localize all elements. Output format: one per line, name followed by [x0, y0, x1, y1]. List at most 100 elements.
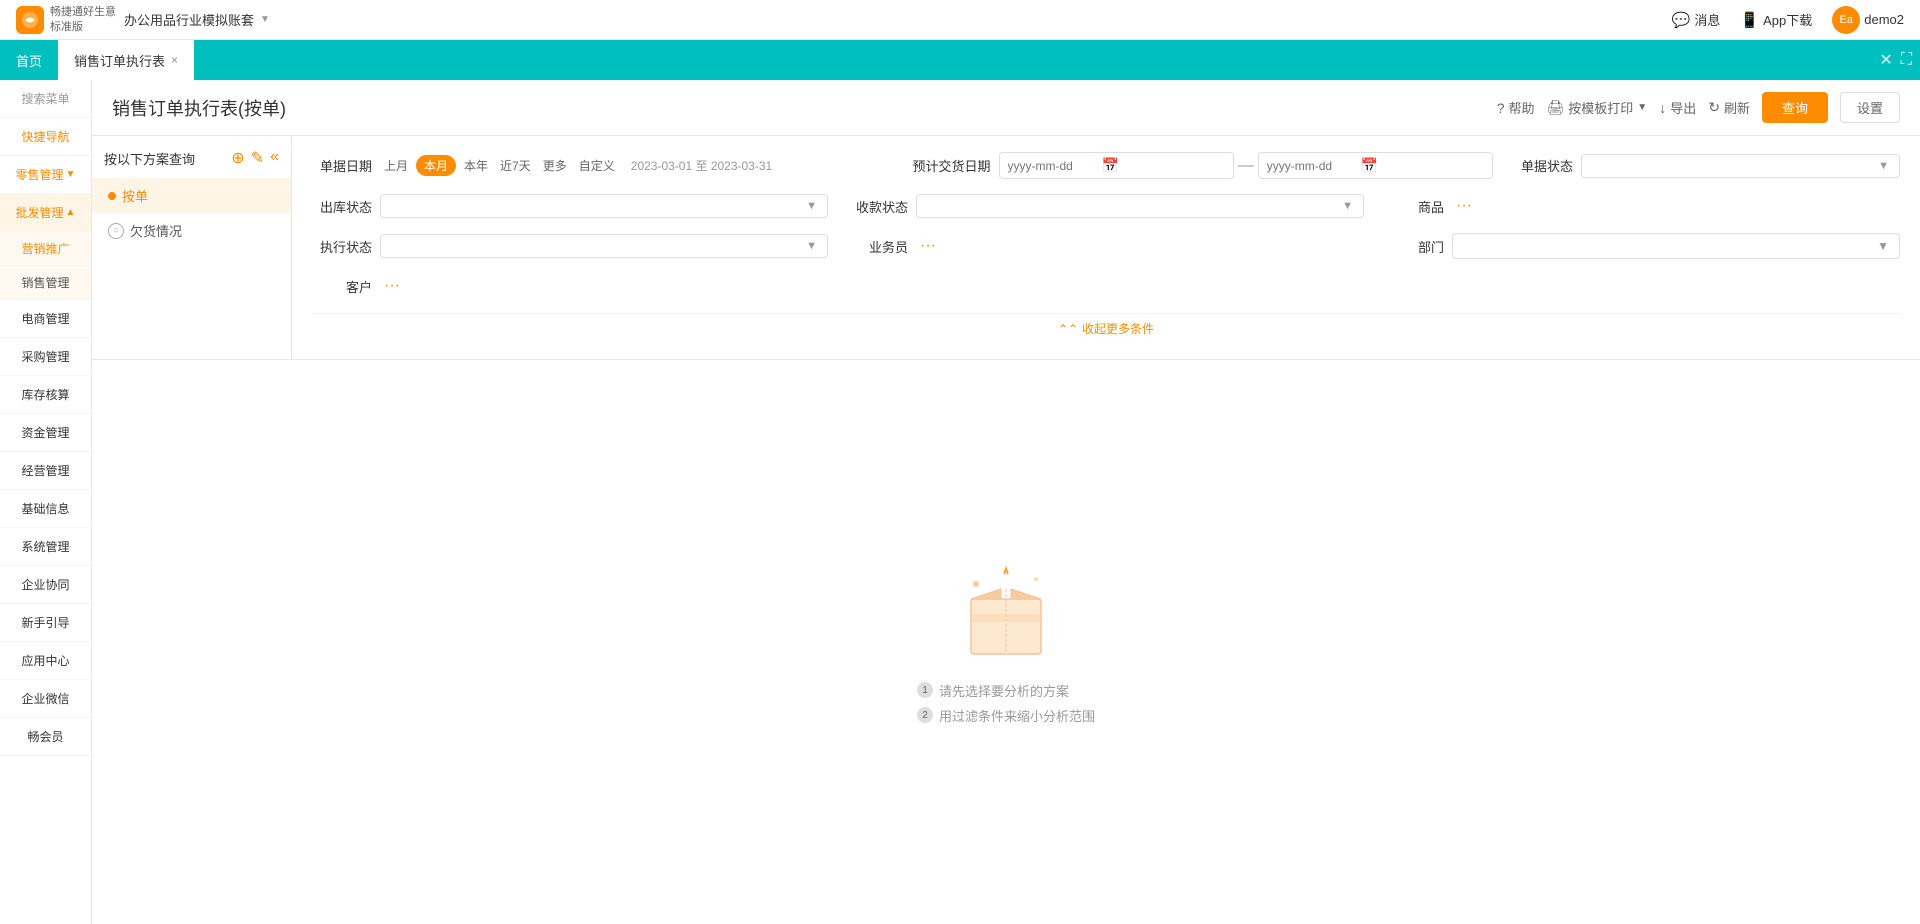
tab-close-icon[interactable]: ×	[171, 53, 178, 67]
date-start-input[interactable]	[1008, 159, 1098, 173]
sidebar-item-corpwechat[interactable]: 企业微信	[0, 680, 91, 718]
sidebar-item-finance[interactable]: 资金管理	[0, 414, 91, 452]
add-scheme-icon[interactable]: ⊕	[231, 148, 244, 168]
sidebar-item-appstore[interactable]: 应用中心	[0, 642, 91, 680]
tab-home[interactable]: 首页	[0, 40, 58, 80]
filter-section: 按以下方案查询 ⊕ ✎ « 按单 ○ 欠货情况	[92, 136, 1920, 360]
header-right: 💬 消息 📱 App下载 Ea demo2	[1672, 6, 1904, 34]
date-btn-custom[interactable]: 自定义	[575, 155, 619, 176]
filter-item-dept: 部门 ▼	[1384, 233, 1900, 259]
sidebar-sub-item-marketing[interactable]: 营销推广	[0, 232, 91, 266]
settings-button[interactable]: 设置	[1840, 92, 1900, 123]
empty-state: 1 请先选择要分析的方案 2 用过滤条件来缩小分析范围	[92, 360, 1920, 924]
execution-status-label: 执行状态	[312, 237, 372, 256]
sidebar-item-search[interactable]: 搜索菜单	[0, 80, 91, 118]
empty-hint-num-1: 1	[917, 682, 933, 698]
collapse-text: 收起更多条件	[1082, 320, 1154, 337]
dept-select[interactable]: ▼	[1452, 233, 1900, 259]
filter-item-customer: 客户 ···	[312, 273, 868, 299]
sidebar-retail-arrow-icon: ▼	[66, 169, 76, 180]
empty-illustration	[946, 554, 1066, 669]
filter-item-date: 单据日期 上月 本月 本年 近7天 更多 自定义 20	[312, 155, 893, 176]
refresh-action[interactable]: ↻ 刷新	[1708, 98, 1750, 117]
collapse-panel-icon[interactable]: «	[270, 148, 279, 168]
date-btn-last-month[interactable]: 上月	[380, 155, 412, 176]
tab-bar: 首页 销售订单执行表 × ✕ ⛶	[0, 40, 1920, 80]
sidebar-item-retail[interactable]: 零售管理 ▼	[0, 156, 91, 194]
scheme-debt-circle: ○	[108, 223, 124, 239]
filter-row-1: 单据日期 上月 本月 本年 近7天 更多 自定义 20	[312, 152, 1900, 179]
sidebar-item-enterprise[interactable]: 企业协同	[0, 566, 91, 604]
sidebar-item-basic[interactable]: 基础信息	[0, 490, 91, 528]
execution-status-select[interactable]: ▼	[380, 234, 828, 258]
filter-item-status: 单据状态 ▼	[1513, 154, 1900, 178]
date-btn-last7days[interactable]: 近7天	[496, 155, 535, 176]
print-template-action[interactable]: 🖨 按模板打印 ▼	[1547, 98, 1648, 117]
logo-area: 畅捷通好生意 标准版	[16, 5, 116, 34]
app-download-action[interactable]: 📱 App下载	[1740, 10, 1812, 29]
tab-sales-order-exec[interactable]: 销售订单执行表 ×	[58, 40, 194, 80]
right-filter: 单据日期 上月 本月 本年 近7天 更多 自定义 20	[292, 136, 1920, 359]
sidebar-item-inventory[interactable]: 库存核算	[0, 376, 91, 414]
filter-item-collection-status: 收款状态 ▼	[848, 194, 1364, 218]
date-label: 单据日期	[312, 156, 372, 175]
help-action[interactable]: ? 帮助	[1497, 98, 1535, 117]
user-action[interactable]: Ea demo2	[1832, 6, 1904, 34]
query-button[interactable]: 查询	[1762, 92, 1828, 123]
collapse-bar[interactable]: ⌃⌃ 收起更多条件	[312, 313, 1900, 343]
refresh-icon: ↻	[1708, 99, 1720, 116]
tab-close-window-icon[interactable]: ✕	[1879, 50, 1892, 70]
help-label: 帮助	[1508, 98, 1534, 117]
sidebar-sub-item-sales[interactable]: 销售管理	[0, 266, 91, 300]
left-panel-icons: ⊕ ✎ «	[231, 148, 279, 168]
export-action[interactable]: ↓ 导出	[1659, 98, 1696, 117]
breadcrumb-arrow-icon: ▼	[260, 14, 270, 25]
export-label: 导出	[1670, 98, 1696, 117]
sidebar-item-purchase[interactable]: 采购管理	[0, 338, 91, 376]
collection-status-select[interactable]: ▼	[916, 194, 1364, 218]
scheme-item-by-debt[interactable]: ○ 欠货情况	[92, 213, 291, 248]
collection-status-arrow-icon: ▼	[1342, 200, 1353, 212]
date-input-end[interactable]: 📅	[1258, 152, 1493, 179]
tab-sales-order-exec-label: 销售订单执行表	[74, 51, 165, 70]
sidebar-item-ecommerce[interactable]: 电商管理	[0, 300, 91, 338]
help-icon: ?	[1497, 100, 1505, 116]
dept-label: 部门	[1384, 237, 1444, 256]
goods-ellipsis-btn[interactable]: ···	[1452, 193, 1476, 219]
date-input-start[interactable]: 📅	[999, 152, 1234, 179]
empty-hint-2: 2 用过滤条件来缩小分析范围	[917, 706, 1095, 725]
scheme-item-by-order[interactable]: 按单	[92, 178, 291, 213]
message-action[interactable]: 💬 消息	[1672, 10, 1721, 29]
refresh-label: 刷新	[1724, 98, 1750, 117]
message-label: 消息	[1694, 10, 1720, 29]
customer-ellipsis-btn[interactable]: ···	[380, 273, 404, 299]
delivery-status-select[interactable]: ▼	[380, 194, 828, 218]
sidebar: 搜索菜单 快捷导航 零售管理 ▼ 批发管理 ▲ 营销推广 销售管理 电商管理 采…	[0, 80, 92, 924]
edit-scheme-icon[interactable]: ✎	[251, 148, 264, 168]
sidebar-item-system[interactable]: 系统管理	[0, 528, 91, 566]
status-select[interactable]: ▼	[1581, 154, 1900, 178]
date-btn-this-month[interactable]: 本月	[416, 155, 456, 176]
filter-item-goods: 商品 ···	[1384, 193, 1900, 219]
salesperson-ellipsis-btn[interactable]: ···	[916, 233, 940, 259]
sidebar-item-quicknav[interactable]: 快捷导航	[0, 118, 91, 156]
delivery-status-control: ▼	[380, 194, 828, 218]
main-layout: 搜索菜单 快捷导航 零售管理 ▼ 批发管理 ▲ 营销推广 销售管理 电商管理 采…	[0, 80, 1920, 924]
date-btn-more[interactable]: 更多	[539, 155, 571, 176]
date-end-input[interactable]	[1267, 159, 1357, 173]
goods-control: ···	[1452, 193, 1900, 219]
date-separator: —	[1238, 157, 1254, 175]
empty-hint-1: 1 请先选择要分析的方案	[917, 681, 1095, 700]
sidebar-item-newbie[interactable]: 新手引导	[0, 604, 91, 642]
date-btn-this-year[interactable]: 本年	[460, 155, 492, 176]
app-download-icon: 📱	[1740, 11, 1759, 29]
customer-label: 客户	[312, 277, 372, 296]
print-arrow-icon: ▼	[1637, 102, 1647, 113]
sidebar-item-wholesale[interactable]: 批发管理 ▲	[0, 194, 91, 232]
avatar: Ea	[1832, 6, 1860, 34]
breadcrumb[interactable]: 办公用品行业模拟账套 ▼	[124, 10, 270, 29]
sidebar-item-member[interactable]: 畅会员	[0, 718, 91, 756]
date-quick-btns: 上月 本月 本年 近7天 更多 自定义	[380, 155, 619, 176]
sidebar-item-operations[interactable]: 经营管理	[0, 452, 91, 490]
tab-maximize-icon[interactable]: ⛶	[1901, 51, 1912, 69]
